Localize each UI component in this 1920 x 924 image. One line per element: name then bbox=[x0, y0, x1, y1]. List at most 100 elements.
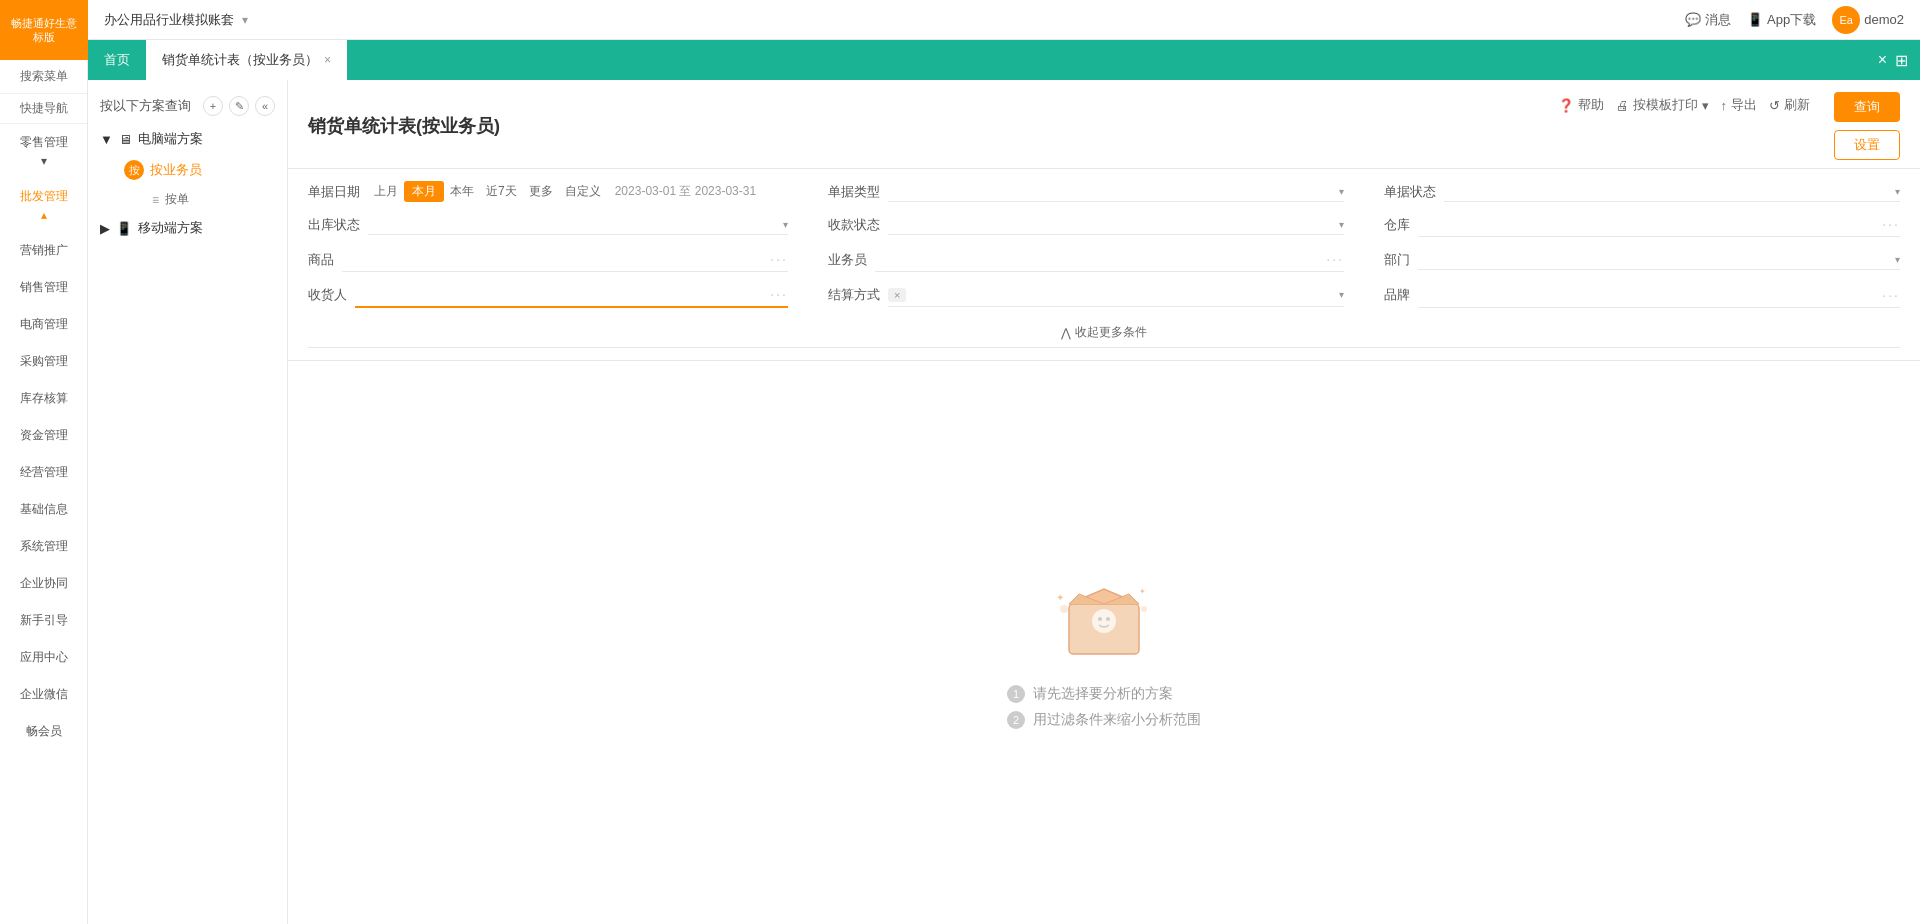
sidebar-item-member[interactable]: 畅会员 bbox=[0, 713, 87, 750]
sidebar-item-label: 应用中心 bbox=[20, 649, 68, 666]
warehouse-input[interactable]: ··· bbox=[1418, 212, 1900, 237]
filter-salesperson: 业务员 ··· bbox=[828, 247, 1344, 272]
tab-home[interactable]: 首页 bbox=[88, 40, 146, 80]
settings-button[interactable]: 设置 bbox=[1834, 130, 1900, 160]
doc-type-select[interactable]: ▾ bbox=[888, 182, 1344, 202]
sidebar-item-appstore[interactable]: 应用中心 bbox=[0, 639, 87, 676]
receiver-input[interactable]: ··· bbox=[355, 282, 788, 308]
refresh-button[interactable]: ↺ 刷新 bbox=[1769, 96, 1810, 114]
user-menu[interactable]: Ea demo2 bbox=[1832, 6, 1904, 34]
pc-folder-label: 电脑端方案 bbox=[138, 130, 203, 148]
this-month-btn[interactable]: 本月 bbox=[404, 181, 444, 202]
sidebar-item-system[interactable]: 系统管理 bbox=[0, 528, 87, 565]
goods-input[interactable]: ··· bbox=[342, 247, 788, 272]
filter-receipt-status: 收款状态 ▾ bbox=[828, 215, 1344, 235]
query-button[interactable]: 查询 bbox=[1834, 92, 1900, 122]
svg-text:✦: ✦ bbox=[1139, 587, 1146, 596]
tab-close-button[interactable]: × bbox=[324, 53, 331, 67]
empty-step-1: 1 请先选择要分析的方案 bbox=[1007, 685, 1201, 703]
date-range-text: 2023-03-01 至 2023-03-31 bbox=[615, 183, 756, 200]
brand-input[interactable]: ··· bbox=[1418, 283, 1900, 308]
sidebar-item-purchase[interactable]: 采购管理 bbox=[0, 343, 87, 380]
filter-doc-type: 单据类型 ▾ bbox=[828, 182, 1344, 202]
empty-steps: 1 请先选择要分析的方案 2 用过滤条件来缩小分析范围 bbox=[1007, 685, 1201, 737]
collapse-chevron-icon: ⋀ bbox=[1061, 326, 1071, 340]
tree-item-pc-folder[interactable]: ▼ 🖥 电脑端方案 bbox=[88, 124, 287, 154]
collapse-panel-button[interactable]: « bbox=[255, 96, 275, 116]
settlement-tag-close-button[interactable]: × bbox=[894, 289, 900, 301]
receiver-label: 收货人 bbox=[308, 286, 347, 304]
expand-icon: ▼ bbox=[100, 132, 113, 147]
sidebar-logo: 畅捷通好生意 标版 bbox=[0, 0, 88, 60]
out-status-select[interactable]: ▾ bbox=[368, 215, 788, 235]
svg-point-4 bbox=[1060, 605, 1068, 613]
doc-status-select[interactable]: ▾ bbox=[1444, 182, 1900, 202]
page-title: 销货单统计表(按业务员) bbox=[308, 114, 500, 138]
left-panel-title: 按以下方案查询 bbox=[100, 97, 191, 115]
add-scheme-button[interactable]: + bbox=[203, 96, 223, 116]
salesperson-input[interactable]: ··· bbox=[875, 247, 1344, 272]
sidebar-quick-nav[interactable]: 快捷导航 bbox=[0, 94, 87, 124]
filter-receiver: 收货人 ··· bbox=[308, 282, 788, 308]
doc-type-label: 单据类型 bbox=[828, 183, 880, 201]
page-header: 销货单统计表(按业务员) ❓ 帮助 🖨 按模板打印 ▾ ↑ bbox=[288, 80, 1920, 169]
sub-item-order[interactable]: ≡ 按单 bbox=[116, 186, 287, 213]
sidebar-item-marketing[interactable]: 营销推广 bbox=[0, 232, 87, 269]
print-button[interactable]: 🖨 按模板打印 ▾ bbox=[1616, 96, 1709, 114]
this-year-btn[interactable]: 本年 bbox=[444, 181, 480, 202]
brand-label: 品牌 bbox=[1384, 286, 1410, 304]
message-button[interactable]: 💬 消息 bbox=[1685, 11, 1731, 29]
main-area: 办公用品行业模拟账套 ▾ 💬 消息 📱 App下载 Ea demo2 首页 bbox=[88, 0, 1920, 924]
sidebar-search[interactable]: 搜索菜单 bbox=[0, 60, 87, 94]
left-panel: 按以下方案查询 + ✎ « ▼ 🖥 电脑端方案 bbox=[88, 80, 288, 924]
active-dot-icon: 按 bbox=[124, 160, 144, 180]
sidebar-item-newbie[interactable]: 新手引导 bbox=[0, 602, 87, 639]
sidebar-item-retail[interactable]: 零售管理 ▾ bbox=[0, 124, 87, 178]
sidebar-item-label: 销售管理 bbox=[20, 279, 68, 296]
sidebar-item-operations[interactable]: 经营管理 bbox=[0, 454, 87, 491]
sidebar-item-wechat[interactable]: 企业微信 bbox=[0, 676, 87, 713]
last7-btn[interactable]: 近7天 bbox=[480, 181, 523, 202]
tab-maximize-button[interactable]: ⊞ bbox=[1895, 51, 1908, 70]
topbar: 办公用品行业模拟账套 ▾ 💬 消息 📱 App下载 Ea demo2 bbox=[88, 0, 1920, 40]
help-button[interactable]: ❓ 帮助 bbox=[1558, 96, 1604, 114]
empty-state: ✦ ✦ 1 请先选择要分析的方案 2 用过滤条件来缩小分析范围 bbox=[1007, 549, 1201, 737]
receipt-status-select[interactable]: ▾ bbox=[888, 215, 1344, 235]
sidebar-item-label: 新手引导 bbox=[20, 612, 68, 629]
tree-item-mobile-folder[interactable]: ▶ 📱 移动端方案 bbox=[88, 213, 287, 243]
custom-btn[interactable]: 自定义 bbox=[559, 181, 607, 202]
sidebar-item-finance[interactable]: 资金管理 bbox=[0, 417, 87, 454]
sidebar-item-inventory[interactable]: 库存核算 bbox=[0, 380, 87, 417]
page-content: 按以下方案查询 + ✎ « ▼ 🖥 电脑端方案 bbox=[88, 80, 1920, 924]
date-filter-buttons: 上月 本月 本年 近7天 更多 自定义 2023-03-01 至 2023-03… bbox=[368, 181, 788, 202]
export-button[interactable]: ↑ 导出 bbox=[1721, 96, 1758, 114]
sidebar-item-base[interactable]: 基础信息 bbox=[0, 491, 87, 528]
more-btn[interactable]: 更多 bbox=[523, 181, 559, 202]
sidebar-item-enterprise[interactable]: 企业协同 bbox=[0, 565, 87, 602]
settlement-select[interactable]: × ▾ bbox=[888, 284, 1344, 307]
filter-row-1: 单据日期 上月 本月 本年 近7天 更多 自定义 2023-03-01 至 20… bbox=[308, 181, 1900, 202]
empty-step-2: 2 用过滤条件来缩小分析范围 bbox=[1007, 711, 1201, 729]
topbar-right: 💬 消息 📱 App下载 Ea demo2 bbox=[1685, 6, 1904, 34]
warehouse-label: 仓库 bbox=[1384, 216, 1410, 234]
filter-settlement: 结算方式 × ▾ bbox=[828, 284, 1344, 307]
topbar-dropdown-icon[interactable]: ▾ bbox=[242, 13, 248, 27]
mobile-folder-label: 移动端方案 bbox=[138, 219, 203, 237]
goods-dots-icon: ··· bbox=[770, 251, 788, 267]
tab-active[interactable]: 销货单统计表（按业务员） × bbox=[146, 40, 347, 80]
print-dropdown-icon: ▾ bbox=[1702, 98, 1709, 113]
department-select[interactable]: ▾ bbox=[1418, 250, 1900, 270]
tree-active-item[interactable]: 按 按业务员 bbox=[116, 154, 287, 186]
help-icon: ❓ bbox=[1558, 98, 1574, 113]
collapse-button[interactable]: ⋀ 收起更多条件 bbox=[1061, 324, 1147, 341]
sidebar-item-sales[interactable]: 销售管理 bbox=[0, 269, 87, 306]
sidebar-item-ecommerce[interactable]: 电商管理 bbox=[0, 306, 87, 343]
tab-minimize-button[interactable]: × bbox=[1878, 51, 1887, 69]
edit-scheme-button[interactable]: ✎ bbox=[229, 96, 249, 116]
sidebar-item-wholesale[interactable]: 批发管理 ▴ bbox=[0, 178, 87, 232]
last-month-btn[interactable]: 上月 bbox=[368, 181, 404, 202]
sidebar: 畅捷通好生意 标版 搜索菜单 快捷导航 零售管理 ▾ 批发管理 ▴ 营销推广 销… bbox=[0, 0, 88, 924]
app-download-button[interactable]: 📱 App下载 bbox=[1747, 11, 1816, 29]
plus-icon: + bbox=[210, 100, 216, 112]
filter-out-status: 出库状态 ▾ bbox=[308, 215, 788, 235]
